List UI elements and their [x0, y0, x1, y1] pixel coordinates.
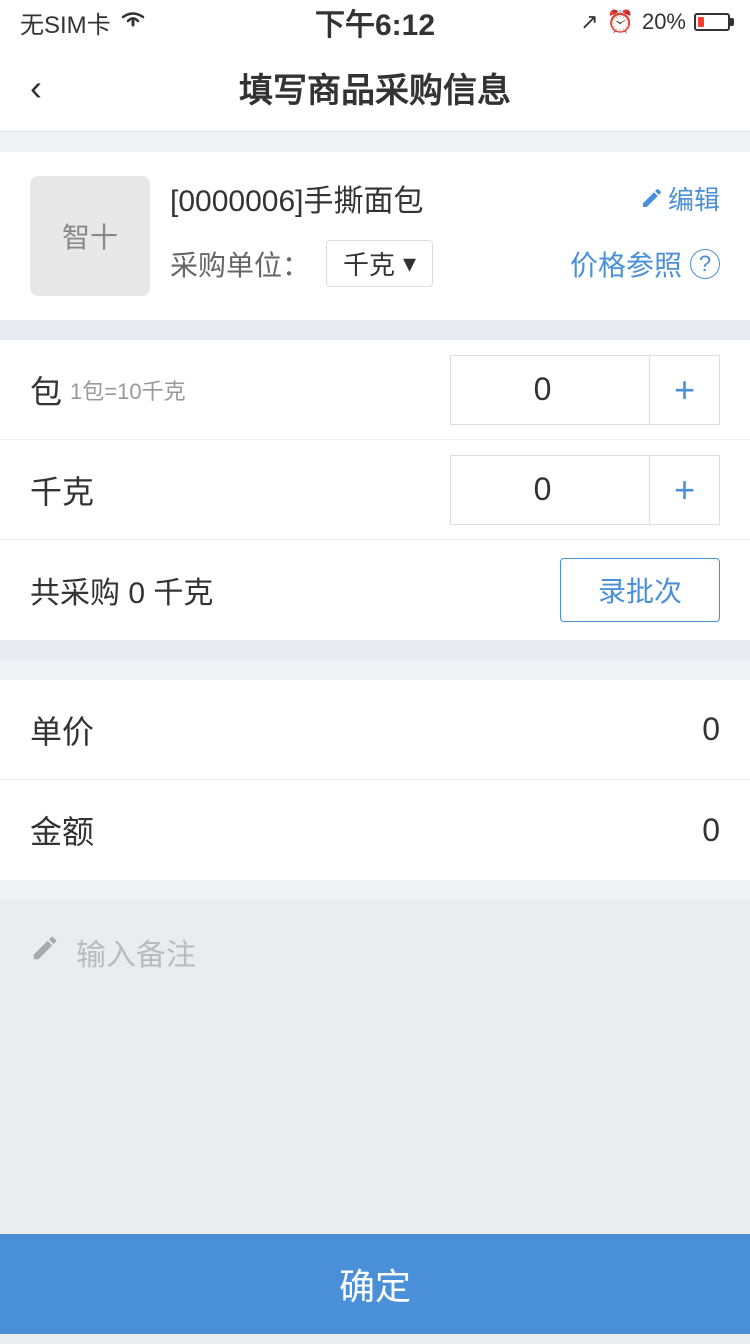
record-batch-button[interactable]: 录批次: [560, 558, 720, 622]
summary-value: 0: [128, 577, 145, 610]
bag-sub-label: 1包=10千克: [70, 374, 186, 406]
product-image: 智十: [30, 176, 150, 296]
unit-price-value: 0: [702, 711, 720, 748]
edit-button[interactable]: 编辑: [640, 180, 720, 217]
page-title: 填写商品采购信息: [239, 63, 511, 112]
nav-bar: ‹ 填写商品采购信息: [0, 44, 750, 132]
bag-quantity-input[interactable]: [450, 355, 650, 425]
product-card: 智十 [0000006]手撕面包 编辑 采购单位： 千克 ▾ 价格参照 ?: [0, 152, 750, 320]
note-input-placeholder[interactable]: 输入备注: [76, 930, 196, 974]
purchase-unit-row: 采购单位： 千克 ▾ 价格参照 ?: [170, 240, 720, 287]
product-full-name: [0000006]手撕面包: [170, 176, 423, 220]
bag-input-wrapper: +: [450, 355, 720, 425]
status-right: ↗ ⏰ 20%: [580, 9, 730, 35]
product-logo-text: 智十: [62, 216, 118, 256]
carrier-label: 无SIM卡: [20, 5, 111, 40]
bag-plus-button[interactable]: +: [650, 355, 720, 425]
chevron-down-icon: ▾: [403, 248, 416, 279]
product-name-row: [0000006]手撕面包 编辑: [170, 176, 720, 220]
back-button[interactable]: ‹: [30, 67, 42, 109]
product-info: [0000006]手撕面包 编辑 采购单位： 千克 ▾ 价格参照 ?: [170, 176, 720, 287]
kg-input-wrapper: +: [450, 455, 720, 525]
unit-price-row: 单价 0: [0, 680, 750, 780]
alarm-icon: ⏰: [607, 9, 634, 35]
amount-value: 0: [702, 812, 720, 849]
location-icon: ↗: [580, 9, 598, 35]
kg-plus-button[interactable]: +: [650, 455, 720, 525]
status-bar: 无SIM卡 下午6:12 ↗ ⏰ 20%: [0, 0, 750, 44]
bag-input-row: 包 1包=10千克 +: [0, 340, 750, 440]
section-divider-1: [0, 320, 750, 340]
price-section: 单价 0 金额 0: [0, 680, 750, 880]
amount-row: 金额 0: [0, 780, 750, 880]
amount-label: 金额: [30, 807, 94, 853]
battery-percent: 20%: [642, 9, 686, 35]
summary-text: 共采购 0 千克: [30, 568, 213, 612]
unit-price-label: 单价: [30, 707, 94, 753]
bag-label: 包: [30, 367, 62, 413]
note-section[interactable]: 输入备注: [0, 900, 750, 1004]
section-divider-2: [0, 640, 750, 660]
status-time: 下午6:12: [315, 0, 435, 44]
summary-prefix: 共采购: [30, 577, 120, 610]
summary-unit: 千克: [153, 577, 213, 610]
edit-label: 编辑: [668, 180, 720, 217]
purchase-unit-label: 采购单位：: [170, 244, 310, 284]
battery-icon: [694, 13, 730, 31]
summary-section: 共采购 0 千克 录批次: [0, 540, 750, 640]
confirm-label: 确定: [339, 1258, 411, 1310]
price-ref-label: 价格参照: [570, 244, 682, 284]
question-icon: ?: [690, 249, 720, 279]
price-ref-button[interactable]: 价格参照 ?: [570, 244, 720, 284]
record-batch-label: 录批次: [598, 570, 682, 610]
pencil-icon: [30, 933, 60, 971]
summary-row: 共采购 0 千克 录批次: [0, 540, 750, 640]
confirm-button[interactable]: 确定: [0, 1234, 750, 1334]
status-left: 无SIM卡: [20, 5, 147, 40]
kg-label: 千克: [30, 467, 94, 513]
kg-quantity-input[interactable]: [450, 455, 650, 525]
unit-value: 千克: [343, 245, 395, 282]
kg-input-row: 千克 +: [0, 440, 750, 540]
quantity-section: 包 1包=10千克 + 千克 +: [0, 340, 750, 540]
wifi-icon: [119, 8, 147, 36]
unit-select[interactable]: 千克 ▾: [326, 240, 433, 287]
